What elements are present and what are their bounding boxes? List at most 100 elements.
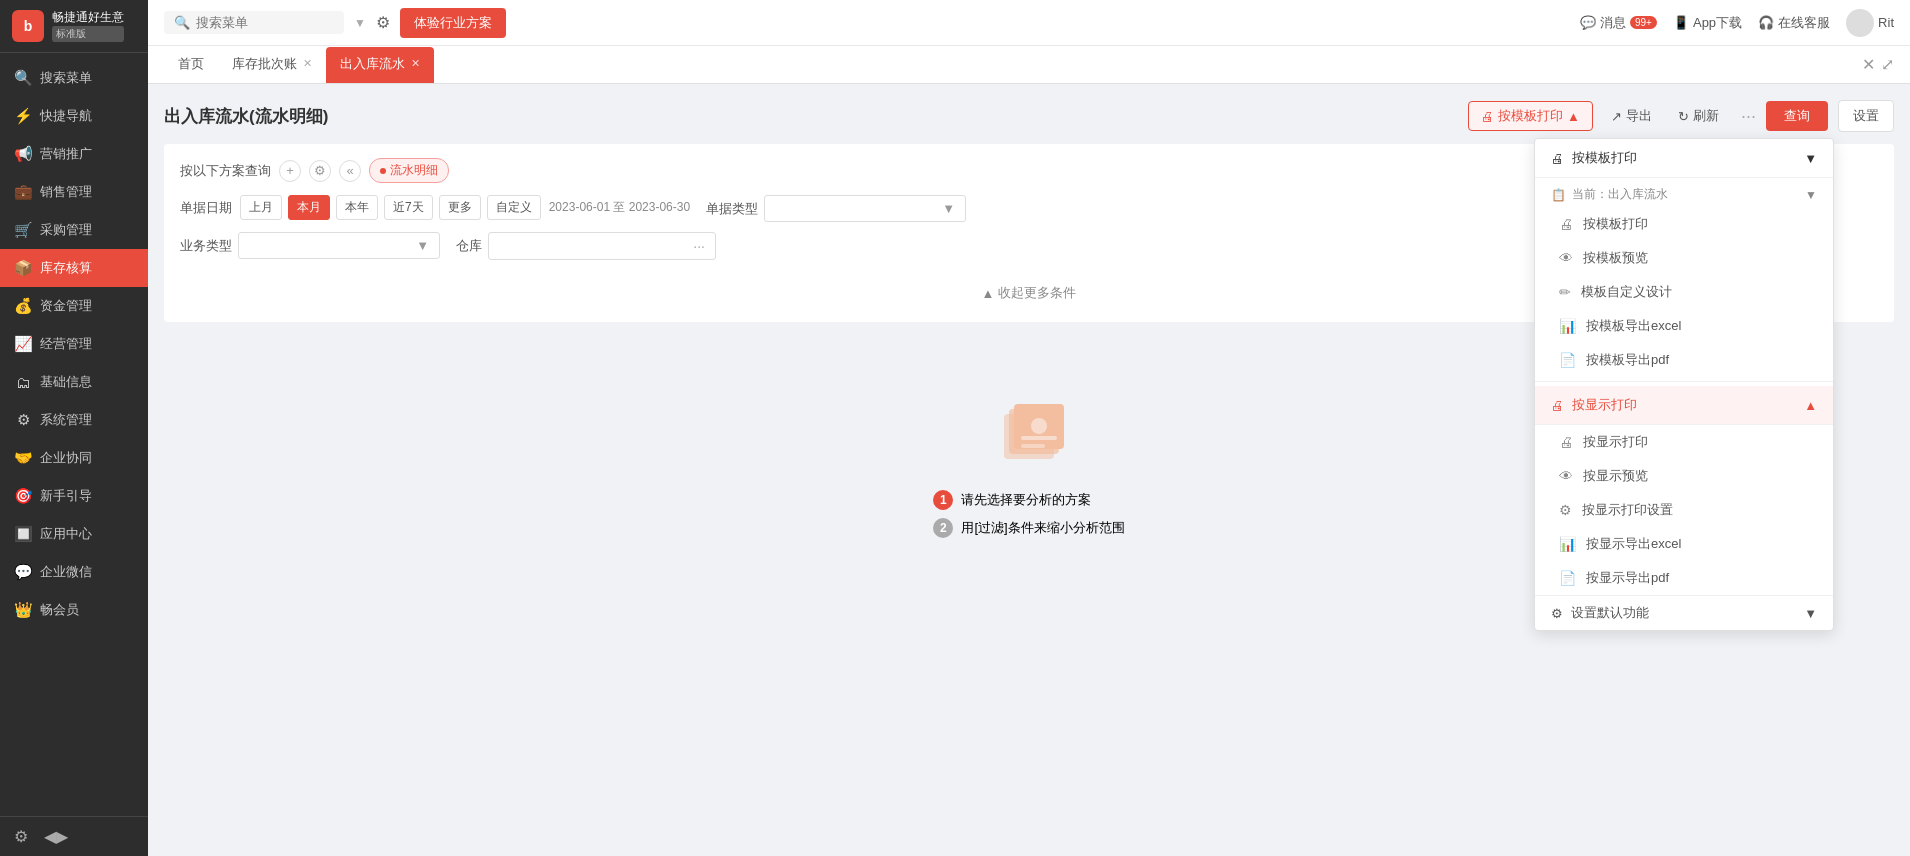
filter-set-button[interactable]: ⚙ xyxy=(309,160,331,182)
sidebar-label-system: 系统管理 xyxy=(40,411,92,429)
filter-label: 按以下方案查询 xyxy=(180,162,271,180)
sidebar-item-finance[interactable]: 💰 资金管理 xyxy=(0,287,148,325)
display-print-item[interactable]: 🖨 按显示打印 xyxy=(1535,425,1833,459)
template-design-label: 模板自定义设计 xyxy=(1581,283,1672,301)
sidebar-item-corp[interactable]: 🤝 企业协同 xyxy=(0,439,148,477)
template-print-item[interactable]: 🖨 按模板打印 xyxy=(1535,207,1833,241)
date-btn-last-month[interactable]: 上月 xyxy=(240,195,282,220)
print-arrow-icon: ▲ xyxy=(1567,109,1580,124)
template-excel-item[interactable]: 📊 按模板导出excel xyxy=(1535,309,1833,343)
tab-batch-label: 库存批次账 xyxy=(232,55,297,73)
tab-flow[interactable]: 出入库流水 ✕ xyxy=(326,47,434,83)
template-excel-icon: 📊 xyxy=(1559,318,1576,334)
display-excel-icon: 📊 xyxy=(1559,536,1576,552)
date-btn-this-month[interactable]: 本月 xyxy=(288,195,330,220)
display-settings-label: 按显示打印设置 xyxy=(1582,501,1673,519)
tab-close-flow[interactable]: ✕ xyxy=(411,57,420,70)
settings-icon[interactable]: ⚙ xyxy=(376,13,390,32)
sidebar-label-corp: 企业协同 xyxy=(40,449,92,467)
sidebar-item-system[interactable]: ⚙ 系统管理 xyxy=(0,401,148,439)
search-dropdown-icon[interactable]: ▼ xyxy=(354,16,366,30)
tab-batch-account[interactable]: 库存批次账 ✕ xyxy=(218,47,326,83)
template-design-item[interactable]: ✏ 模板自定义设计 xyxy=(1535,275,1833,309)
date-btn-custom[interactable]: 自定义 xyxy=(487,195,541,220)
template-print-section-header[interactable]: 🖨 按模板打印 ▼ xyxy=(1535,139,1833,178)
page-header: 出入库流水(流水明细) 🖨 按模板打印 ▲ ↗ 导出 ↻ 刷新 xyxy=(164,100,1894,132)
display-print-section-header[interactable]: 🖨 按显示打印 ▲ xyxy=(1535,386,1833,425)
filter-collapse-button[interactable]: « xyxy=(339,160,361,182)
print-template-button[interactable]: 🖨 按模板打印 ▲ xyxy=(1468,101,1593,131)
page-settings-button[interactable]: 设置 xyxy=(1838,100,1894,132)
sidebar-label-inventory: 库存核算 xyxy=(40,259,92,277)
filter-tag[interactable]: 流水明细 xyxy=(369,158,449,183)
template-pdf-item[interactable]: 📄 按模板导出pdf xyxy=(1535,343,1833,377)
search-input[interactable] xyxy=(196,15,316,30)
search-box[interactable]: 🔍 xyxy=(164,11,344,34)
display-settings-item[interactable]: ⚙ 按显示打印设置 xyxy=(1535,493,1833,527)
display-section-arrow: ▲ xyxy=(1804,398,1817,413)
display-preview-icon: 👁 xyxy=(1559,468,1573,484)
tab-bar-expand-icon[interactable]: ⤢ xyxy=(1881,55,1894,74)
sidebar-item-member[interactable]: 👑 畅会员 xyxy=(0,591,148,629)
warehouse-select[interactable]: ··· xyxy=(488,232,716,260)
sidebar-item-purchase[interactable]: 🛒 采购管理 xyxy=(0,211,148,249)
step-1-text: 请先选择要分析的方案 xyxy=(961,491,1091,509)
sidebar-collapse-icon[interactable]: ◀▶ xyxy=(44,827,68,846)
sidebar-item-marketing[interactable]: 📢 营销推广 xyxy=(0,135,148,173)
sidebar-label-basic: 基础信息 xyxy=(40,373,92,391)
template-preview-item[interactable]: 👁 按模板预览 xyxy=(1535,241,1833,275)
date-filter-field: 单据日期 上月 本月 本年 近7天 更多 自定义 2023-06-01 至 20… xyxy=(180,195,690,220)
dropdown-footer[interactable]: ⚙ 设置默认功能 ▼ xyxy=(1535,595,1833,630)
sidebar-item-operation[interactable]: 📈 经营管理 xyxy=(0,325,148,363)
online-service-button[interactable]: 🎧 在线客服 xyxy=(1758,14,1830,32)
display-print-header-label: 按显示打印 xyxy=(1572,396,1637,414)
corp-icon: 🤝 xyxy=(14,449,32,467)
display-excel-item[interactable]: 📊 按显示导出excel xyxy=(1535,527,1833,561)
business-type-select[interactable]: ▼ xyxy=(238,232,440,259)
sidebar-item-guide[interactable]: 🎯 新手引导 xyxy=(0,477,148,515)
tab-home[interactable]: 首页 xyxy=(164,47,218,83)
bill-type-arrow: ▼ xyxy=(942,201,955,216)
sidebar-item-apps[interactable]: 🔲 应用中心 xyxy=(0,515,148,553)
warehouse-more-icon: ··· xyxy=(693,238,705,254)
business-type-arrow: ▼ xyxy=(416,238,429,253)
display-excel-label: 按显示导出excel xyxy=(1586,535,1681,553)
sidebar-item-wechat[interactable]: 💬 企业微信 xyxy=(0,553,148,591)
date-btn-more[interactable]: 更多 xyxy=(439,195,481,220)
trial-button[interactable]: 体验行业方案 xyxy=(400,8,506,38)
date-btn-7days[interactable]: 近7天 xyxy=(384,195,433,220)
message-button[interactable]: 💬 消息 99+ xyxy=(1580,14,1657,32)
message-label: 消息 xyxy=(1600,14,1626,32)
bill-type-select[interactable]: ▼ xyxy=(764,195,966,222)
refresh-button[interactable]: ↻ 刷新 xyxy=(1670,102,1727,130)
query-button[interactable]: 查询 xyxy=(1766,101,1828,131)
collapse-button[interactable]: ▲ 收起更多条件 xyxy=(982,278,1077,308)
sidebar-item-inventory[interactable]: 📦 库存核算 xyxy=(0,249,148,287)
display-preview-item[interactable]: 👁 按显示预览 xyxy=(1535,459,1833,493)
sidebar-settings-icon[interactable]: ⚙ xyxy=(14,827,28,846)
display-pdf-item[interactable]: 📄 按显示导出pdf xyxy=(1535,561,1833,595)
page-content: 出入库流水(流水明细) 🖨 按模板打印 ▲ ↗ 导出 ↻ 刷新 xyxy=(148,84,1910,856)
actions-more-icon[interactable]: ··· xyxy=(1741,106,1756,127)
template-print-label: 按模板打印 xyxy=(1583,215,1648,233)
sidebar-label-quick-nav: 快捷导航 xyxy=(40,107,92,125)
date-btn-this-year[interactable]: 本年 xyxy=(336,195,378,220)
filter-add-button[interactable]: + xyxy=(279,160,301,182)
sidebar-item-quick-nav[interactable]: ⚡ 快捷导航 xyxy=(0,97,148,135)
system-icon: ⚙ xyxy=(14,411,32,429)
user-name: Rit xyxy=(1878,15,1894,30)
sidebar-item-search[interactable]: 🔍 搜索菜单 xyxy=(0,59,148,97)
export-button[interactable]: ↗ 导出 xyxy=(1603,102,1660,130)
sidebar-label-operation: 经营管理 xyxy=(40,335,92,353)
tab-bar-close-icon[interactable]: ✕ xyxy=(1862,55,1875,74)
app-logo: b 畅捷通好生意 标准版 xyxy=(0,0,148,53)
user-profile[interactable]: Rit xyxy=(1846,9,1894,37)
tab-close-batch[interactable]: ✕ xyxy=(303,57,312,70)
template-design-icon: ✏ xyxy=(1559,284,1571,300)
inventory-icon: 📦 xyxy=(14,259,32,277)
sidebar-item-sales[interactable]: 💼 销售管理 xyxy=(0,173,148,211)
app-download-button[interactable]: 📱 App下载 xyxy=(1673,14,1742,32)
quick-nav-icon: ⚡ xyxy=(14,107,32,125)
sidebar-item-basic[interactable]: 🗂 基础信息 xyxy=(0,363,148,401)
print-icon: 🖨 xyxy=(1481,109,1494,124)
